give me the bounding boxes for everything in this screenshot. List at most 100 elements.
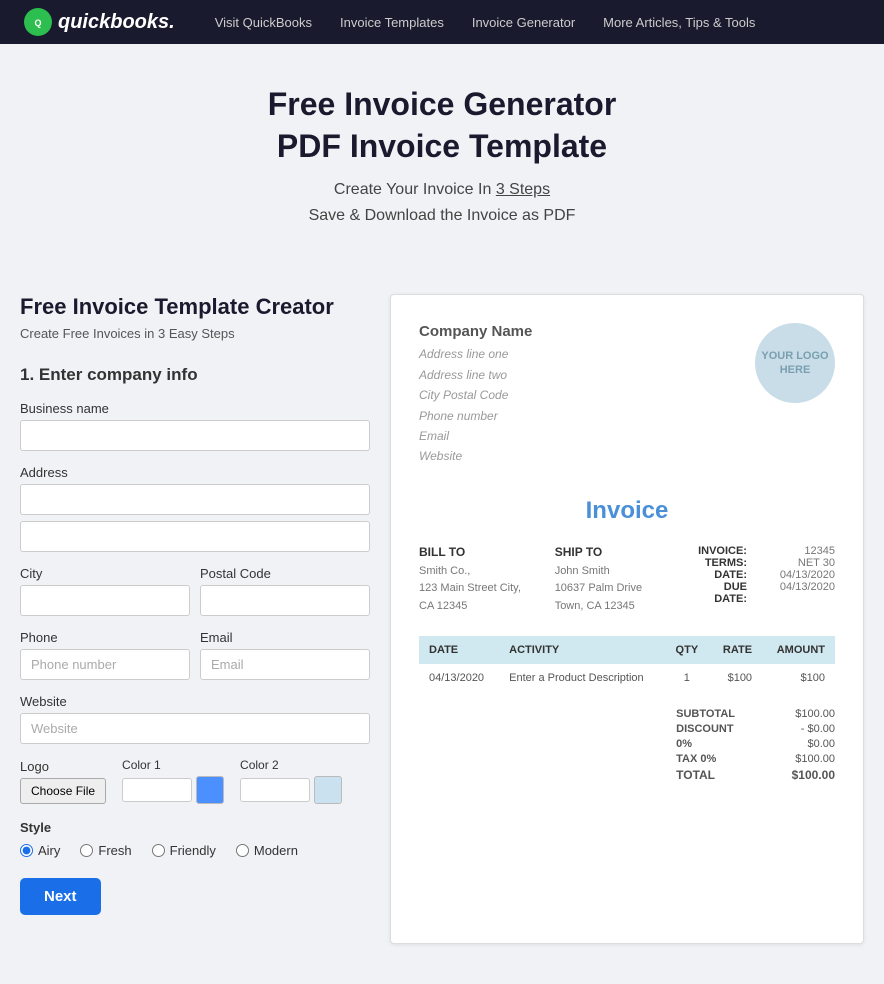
address-input-1[interactable] — [20, 484, 370, 515]
style-option-fresh[interactable]: Fresh — [80, 843, 131, 858]
invoice-number-row: INVOICE: 12345 — [690, 545, 835, 557]
logo-text: quickbooks. — [58, 11, 175, 34]
style-label-friendly: Friendly — [170, 843, 216, 858]
style-radio-fresh[interactable] — [80, 844, 93, 857]
choose-file-button[interactable]: Choose File — [20, 778, 106, 804]
address-label: Address — [20, 465, 370, 480]
invoice-terms-row: TERMS: NET 30 — [690, 557, 835, 569]
email-label: Email — [200, 630, 370, 645]
inv-address-line2: Address line two — [419, 365, 532, 385]
style-option-friendly[interactable]: Friendly — [152, 843, 216, 858]
style-label-airy: Airy — [38, 843, 60, 858]
invoice-preview: Company Name Address line one Address li… — [390, 294, 864, 944]
qb-logo-icon: Q — [24, 8, 52, 36]
invoice-company-detail: Address line one Address line two City P… — [419, 344, 532, 466]
email-input[interactable] — [200, 649, 370, 680]
ship-to-body: John Smith 10637 Palm Drive Town, CA 123… — [555, 563, 671, 616]
hero-subtitle2: Save & Download the Invoice as PDF — [309, 207, 576, 224]
style-radio-group: Airy Fresh Friendly Modern — [20, 843, 370, 858]
address-input-2[interactable] — [20, 521, 370, 552]
city-label: City — [20, 566, 190, 581]
logo-color-row: Logo Choose File Color 1 #4c8f Color 2 #… — [20, 758, 370, 804]
table-header-amount: AMOUNT — [762, 636, 835, 664]
table-header-rate: RATE — [710, 636, 762, 664]
subtotal-row: SUBTOTAL $100.00 — [676, 708, 835, 720]
style-radio-friendly[interactable] — [152, 844, 165, 857]
top-nav: Q quickbooks. Visit QuickBooks Invoice T… — [0, 0, 884, 44]
postal-group: Postal Code — [200, 566, 370, 616]
bill-to-body: Smith Co., 123 Main Street City, CA 1234… — [419, 563, 535, 616]
business-name-input[interactable] — [20, 420, 370, 451]
invoice-company-info: Company Name Address line one Address li… — [419, 323, 532, 466]
style-option-airy[interactable]: Airy — [20, 843, 60, 858]
bill-to-label: BILL TO — [419, 545, 535, 559]
style-radio-airy[interactable] — [20, 844, 33, 857]
color1-group: Color 1 #4c8f — [122, 758, 224, 804]
invoice-table: DATE ACTIVITY QTY RATE AMOUNT 04/13/2020… — [419, 636, 835, 692]
steps-link[interactable]: 3 Steps — [496, 181, 550, 198]
style-option-modern[interactable]: Modern — [236, 843, 298, 858]
email-group: Email — [200, 630, 370, 680]
color1-swatch-row: #4c8f — [122, 776, 224, 804]
discount-pct-row: 0% $0.00 — [676, 738, 835, 750]
style-label-modern: Modern — [254, 843, 298, 858]
ship-to-label: SHIP TO — [555, 545, 671, 559]
table-cell-date: 04/13/2020 — [419, 664, 499, 692]
nav-invoice-generator[interactable]: Invoice Generator — [472, 15, 575, 30]
main-layout: Free Invoice Template Creator Create Fre… — [0, 264, 884, 984]
tax-row: TAX 0% $100.00 — [676, 753, 835, 765]
color1-hex-input[interactable]: #4c8f — [122, 778, 192, 802]
section1-title: 1. Enter company info — [20, 365, 370, 385]
hero-title: Free Invoice Generator PDF Invoice Templ… — [20, 84, 864, 167]
invoice-meta: BILL TO Smith Co., 123 Main Street City,… — [419, 545, 835, 616]
color1-swatch[interactable] — [196, 776, 224, 804]
table-header-date: DATE — [419, 636, 499, 664]
nav-more-articles[interactable]: More Articles, Tips & Tools — [603, 15, 755, 30]
invoice-header: Company Name Address line one Address li… — [419, 323, 835, 466]
style-section-label: Style — [20, 820, 370, 835]
inv-address-line1: Address line one — [419, 344, 532, 364]
logo[interactable]: Q quickbooks. — [24, 8, 175, 36]
website-group: Website — [20, 694, 370, 744]
color2-label: Color 2 — [240, 758, 342, 772]
inv-email: Email — [419, 426, 532, 446]
invoice-bill-to: BILL TO Smith Co., 123 Main Street City,… — [419, 545, 535, 616]
inv-city-postal: City Postal Code — [419, 385, 532, 405]
total-row: TOTAL $100.00 — [676, 768, 835, 782]
table-cell-qty: 1 — [664, 664, 710, 692]
invoice-due-row: DUE DATE: 04/13/2020 — [690, 581, 835, 605]
color2-swatch[interactable] — [314, 776, 342, 804]
style-label-fresh: Fresh — [98, 843, 131, 858]
phone-group: Phone — [20, 630, 190, 680]
invoice-logo-placeholder: YOUR LOGO HERE — [755, 323, 835, 403]
panel-title: Free Invoice Template Creator — [20, 294, 370, 320]
city-postal-row: City Postal Code — [20, 566, 370, 630]
qb-svg-icon: Q — [29, 13, 47, 31]
style-row: Style Airy Fresh Friendly Modern — [20, 820, 370, 858]
city-group: City — [20, 566, 190, 616]
left-panel: Free Invoice Template Creator Create Fre… — [20, 294, 390, 944]
color2-group: Color 2 #cae1 — [240, 758, 342, 804]
nav-visit-quickbooks[interactable]: Visit QuickBooks — [215, 15, 312, 30]
postal-input[interactable] — [200, 585, 370, 616]
nav-invoice-templates[interactable]: Invoice Templates — [340, 15, 444, 30]
city-input[interactable] — [20, 585, 190, 616]
postal-label: Postal Code — [200, 566, 370, 581]
phone-email-row: Phone Email — [20, 630, 370, 694]
business-name-group: Business name — [20, 401, 370, 451]
next-button[interactable]: Next — [20, 878, 101, 915]
style-radio-modern[interactable] — [236, 844, 249, 857]
table-header-activity: ACTIVITY — [499, 636, 664, 664]
color2-hex-input[interactable]: #cae1 — [240, 778, 310, 802]
phone-input[interactable] — [20, 649, 190, 680]
panel-subtitle: Create Free Invoices in 3 Easy Steps — [20, 326, 370, 341]
website-input[interactable] — [20, 713, 370, 744]
invoice-company-name: Company Name — [419, 323, 532, 340]
nav-links: Visit QuickBooks Invoice Templates Invoi… — [215, 15, 756, 30]
hero-section: Free Invoice Generator PDF Invoice Templ… — [0, 44, 884, 264]
table-header-qty: QTY — [664, 636, 710, 664]
discount-row: DISCOUNT - $0.00 — [676, 723, 835, 735]
right-panel: Company Name Address line one Address li… — [390, 294, 864, 944]
logo-group: Logo Choose File — [20, 759, 106, 804]
business-name-label: Business name — [20, 401, 370, 416]
